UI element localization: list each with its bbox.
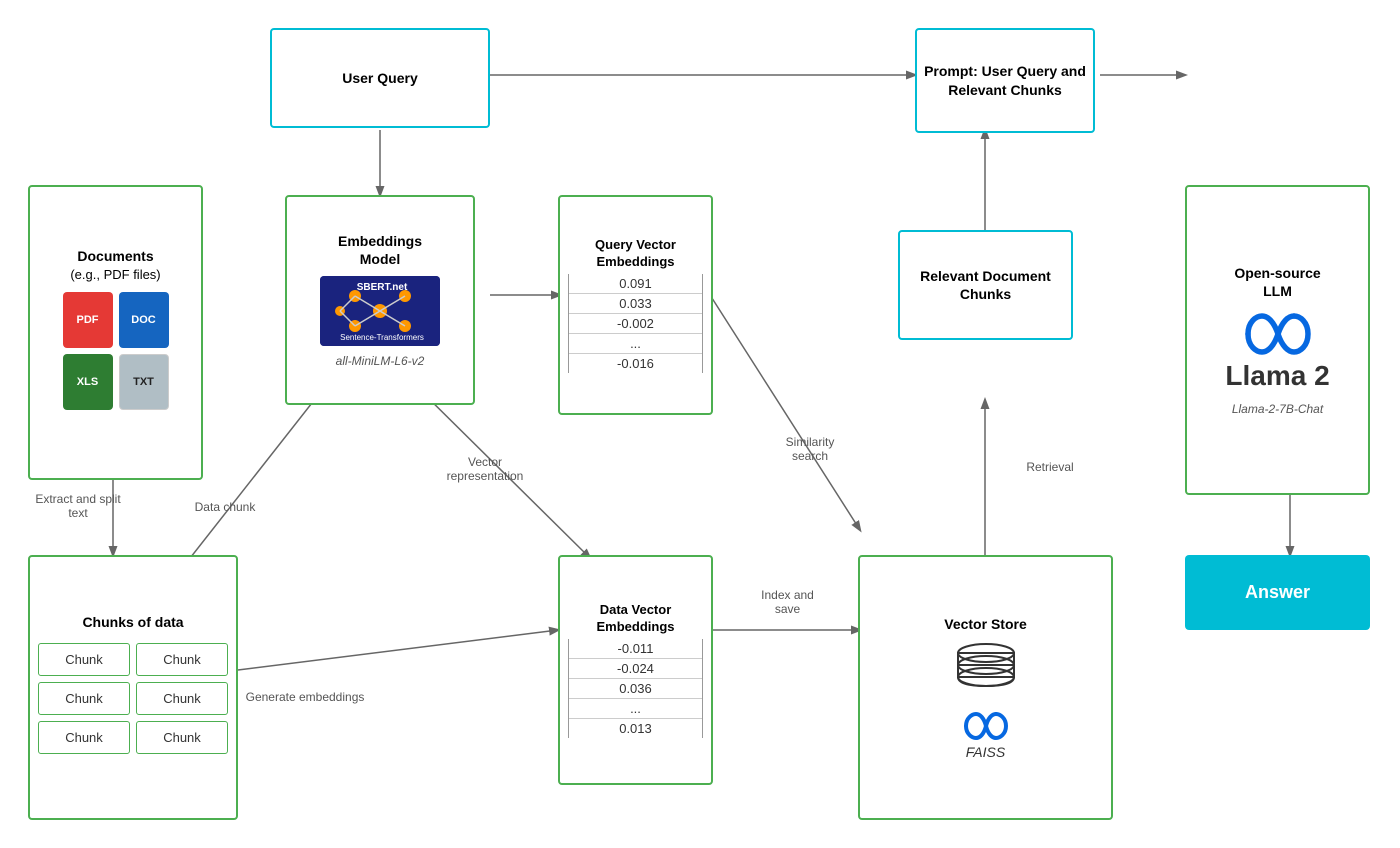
- query-vectors-label: Query VectorEmbeddings: [595, 237, 676, 271]
- faiss-label: FAISS: [966, 744, 1005, 760]
- generate-embeddings-label: Generate embeddings: [230, 690, 380, 704]
- chunk-3: Chunk: [38, 682, 130, 715]
- vector-store-box: Vector Store FAISS: [858, 555, 1113, 820]
- meta-logo-llm: [1238, 312, 1318, 356]
- doc-icons: PDF DOC XLS TXT: [55, 284, 177, 418]
- prompt-label: Prompt: User Query and Relevant Chunks: [917, 62, 1093, 98]
- documents-label: Documents(e.g., PDF files): [70, 247, 160, 284]
- data-val-3: 0.036: [569, 679, 703, 699]
- xls-icon: XLS: [63, 354, 113, 410]
- chunk-grid: Chunk Chunk Chunk Chunk Chunk Chunk: [30, 635, 236, 762]
- answer-label: Answer: [1245, 581, 1310, 604]
- chunk-4: Chunk: [136, 682, 228, 715]
- query-val-3: -0.002: [569, 314, 703, 334]
- query-embed-table: 0.091 0.033 -0.002 ... -0.016: [568, 274, 704, 373]
- chunks-of-data-label: Chunks of data: [82, 613, 183, 631]
- chunk-6: Chunk: [136, 721, 228, 754]
- query-val-4: ...: [569, 334, 703, 354]
- embeddings-model-label: EmbeddingsModel: [338, 232, 422, 268]
- data-vectors-label: Data VectorEmbeddings: [596, 602, 674, 636]
- relevant-chunks-label: Relevant Document Chunks: [900, 267, 1071, 303]
- chunk-1: Chunk: [38, 643, 130, 676]
- embeddings-model-box: EmbeddingsModel SBERT.: [285, 195, 475, 405]
- retrieval-label: Retrieval: [1010, 460, 1090, 474]
- chunk-2: Chunk: [136, 643, 228, 676]
- llm-box: Open-sourceLLM Llama 2 Llama-2-7B-Chat: [1185, 185, 1370, 495]
- embeddings-model-subtitle: all-MiniLM-L6-v2: [336, 354, 425, 368]
- diagram: User Query Prompt: User Query and Releva…: [0, 0, 1400, 848]
- query-vectors-box: Query VectorEmbeddings 0.091 0.033 -0.00…: [558, 195, 713, 415]
- meta-icon-faiss: [956, 710, 1016, 742]
- chunk-5: Chunk: [38, 721, 130, 754]
- svg-text:Sentence-Transformers: Sentence-Transformers: [340, 333, 424, 342]
- doc-icon: DOC: [119, 292, 169, 348]
- llm-label: Open-sourceLLM: [1234, 264, 1320, 300]
- txt-icon: TXT: [119, 354, 169, 410]
- answer-box: Answer: [1185, 555, 1370, 630]
- query-val-1: 0.091: [569, 274, 703, 294]
- database-icon: [951, 641, 1021, 706]
- sbert-image: SBERT.net Sentence-Transformers: [320, 276, 440, 346]
- data-embed-table: -0.011 -0.024 0.036 ... 0.013: [568, 639, 704, 738]
- vector-store-label: Vector Store: [944, 615, 1026, 633]
- data-chunk-label: Data chunk: [170, 500, 280, 514]
- similarity-search-label: Similaritysearch: [755, 435, 865, 463]
- pdf-icon: PDF: [63, 292, 113, 348]
- data-val-2: -0.024: [569, 659, 703, 679]
- data-vectors-box: Data VectorEmbeddings -0.011 -0.024 0.03…: [558, 555, 713, 785]
- user-query-label: User Query: [342, 69, 417, 87]
- llm-name: Llama 2: [1225, 360, 1329, 392]
- llm-subtitle: Llama-2-7B-Chat: [1232, 402, 1323, 416]
- chunks-of-data-box: Chunks of data Chunk Chunk Chunk Chunk C…: [28, 555, 238, 820]
- prompt-box: Prompt: User Query and Relevant Chunks: [915, 28, 1095, 133]
- vector-repr-label: Vectorrepresentation: [420, 455, 550, 483]
- query-val-5: -0.016: [569, 354, 703, 373]
- data-val-4: ...: [569, 699, 703, 719]
- index-save-label: Index andsave: [730, 588, 845, 616]
- documents-box: Documents(e.g., PDF files) PDF DOC XLS T…: [28, 185, 203, 480]
- data-val-1: -0.011: [569, 639, 703, 659]
- data-val-5: 0.013: [569, 719, 703, 738]
- query-val-2: 0.033: [569, 294, 703, 314]
- svg-text:SBERT.net: SBERT.net: [357, 282, 408, 293]
- faiss-section: FAISS: [956, 710, 1016, 760]
- relevant-chunks-box: Relevant Document Chunks: [898, 230, 1073, 340]
- extract-split-label: Extract and split text: [28, 492, 128, 520]
- user-query-box: User Query: [270, 28, 490, 128]
